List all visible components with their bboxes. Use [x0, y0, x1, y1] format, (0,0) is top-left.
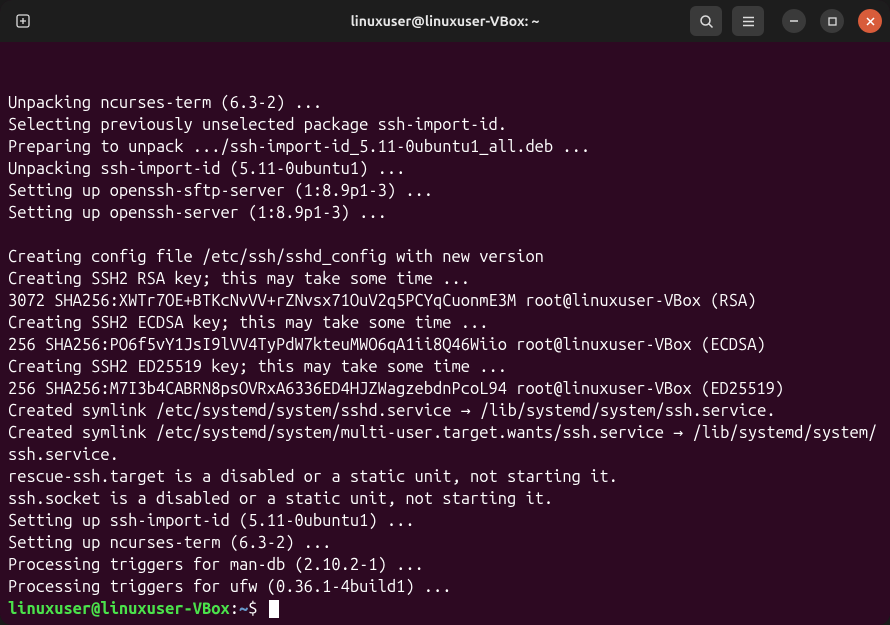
output-line: Processing triggers for man-db (2.10.2-1… [8, 554, 882, 576]
prompt-colon: : [230, 600, 239, 618]
prompt-line: linuxuser@linuxuser-VBox:~$ [8, 598, 882, 620]
hamburger-icon [741, 14, 756, 29]
output-line: Preparing to unpack .../ssh-import-id_5.… [8, 136, 882, 158]
output-line [8, 224, 882, 246]
output-line: Created symlink /etc/systemd/system/sshd… [8, 400, 882, 422]
output-line: Setting up ssh-import-id (5.11-0ubuntu1)… [8, 510, 882, 532]
window-controls [782, 9, 882, 33]
output-line: Creating SSH2 ED25519 key; this may take… [8, 356, 882, 378]
cursor [269, 600, 279, 618]
output-line: Unpacking ncurses-term (6.3-2) ... [8, 92, 882, 114]
output-line: Unpacking ssh-import-id (5.11-0ubuntu1) … [8, 158, 882, 180]
output-line: 256 SHA256:M7I3b4CABRN8psOVRxA6336ED4HJZ… [8, 378, 882, 400]
minimize-icon [789, 16, 799, 26]
titlebar-right [690, 6, 882, 36]
close-icon [866, 17, 875, 26]
output-line: Creating SSH2 ECDSA key; this may take s… [8, 312, 882, 334]
search-button[interactable] [690, 6, 722, 36]
output-line: Selecting previously unselected package … [8, 114, 882, 136]
prompt-user-host: linuxuser@linuxuser-VBox [8, 600, 230, 618]
output-line: Creating config file /etc/ssh/sshd_confi… [8, 246, 882, 268]
output-line: Setting up openssh-sftp-server (1:8.9p1-… [8, 180, 882, 202]
search-icon [699, 14, 714, 29]
menu-button[interactable] [732, 6, 764, 36]
output-line: Setting up ncurses-term (6.3-2) ... [8, 532, 882, 554]
close-button[interactable] [858, 9, 882, 33]
minimize-button[interactable] [782, 9, 806, 33]
output-line: rescue-ssh.target is a disabled or a sta… [8, 466, 882, 488]
window-title: linuxuser@linuxuser-VBox: ~ [351, 13, 540, 29]
new-tab-icon [16, 13, 32, 29]
output-line: Processing triggers for ufw (0.36.1-4bui… [8, 576, 882, 598]
terminal-window: linuxuser@linuxuser-VBox: ~ [0, 0, 890, 625]
output-line: 3072 SHA256:XWTr7OE+BTKcNvVV+rZNvsx71OuV… [8, 290, 882, 312]
prompt-path: ~ [239, 600, 248, 618]
maximize-icon [828, 17, 837, 26]
output-line: Creating SSH2 RSA key; this may take som… [8, 268, 882, 290]
terminal-output[interactable]: Unpacking ncurses-term (6.3-2) ...Select… [0, 42, 890, 625]
titlebar-left [8, 7, 40, 35]
output-line: Setting up openssh-server (1:8.9p1-3) ..… [8, 202, 882, 224]
output-line: Created symlink /etc/systemd/system/mult… [8, 422, 882, 466]
titlebar: linuxuser@linuxuser-VBox: ~ [0, 0, 890, 42]
output-line: ssh.socket is a disabled or a static uni… [8, 488, 882, 510]
output-line: 256 SHA256:PO6f5vY1JsI9lVV4TyPdW7kteuMWO… [8, 334, 882, 356]
output-lines: Unpacking ncurses-term (6.3-2) ...Select… [8, 92, 882, 598]
new-tab-button[interactable] [8, 7, 40, 35]
maximize-button[interactable] [820, 9, 844, 33]
prompt-symbol: $ [248, 600, 257, 618]
